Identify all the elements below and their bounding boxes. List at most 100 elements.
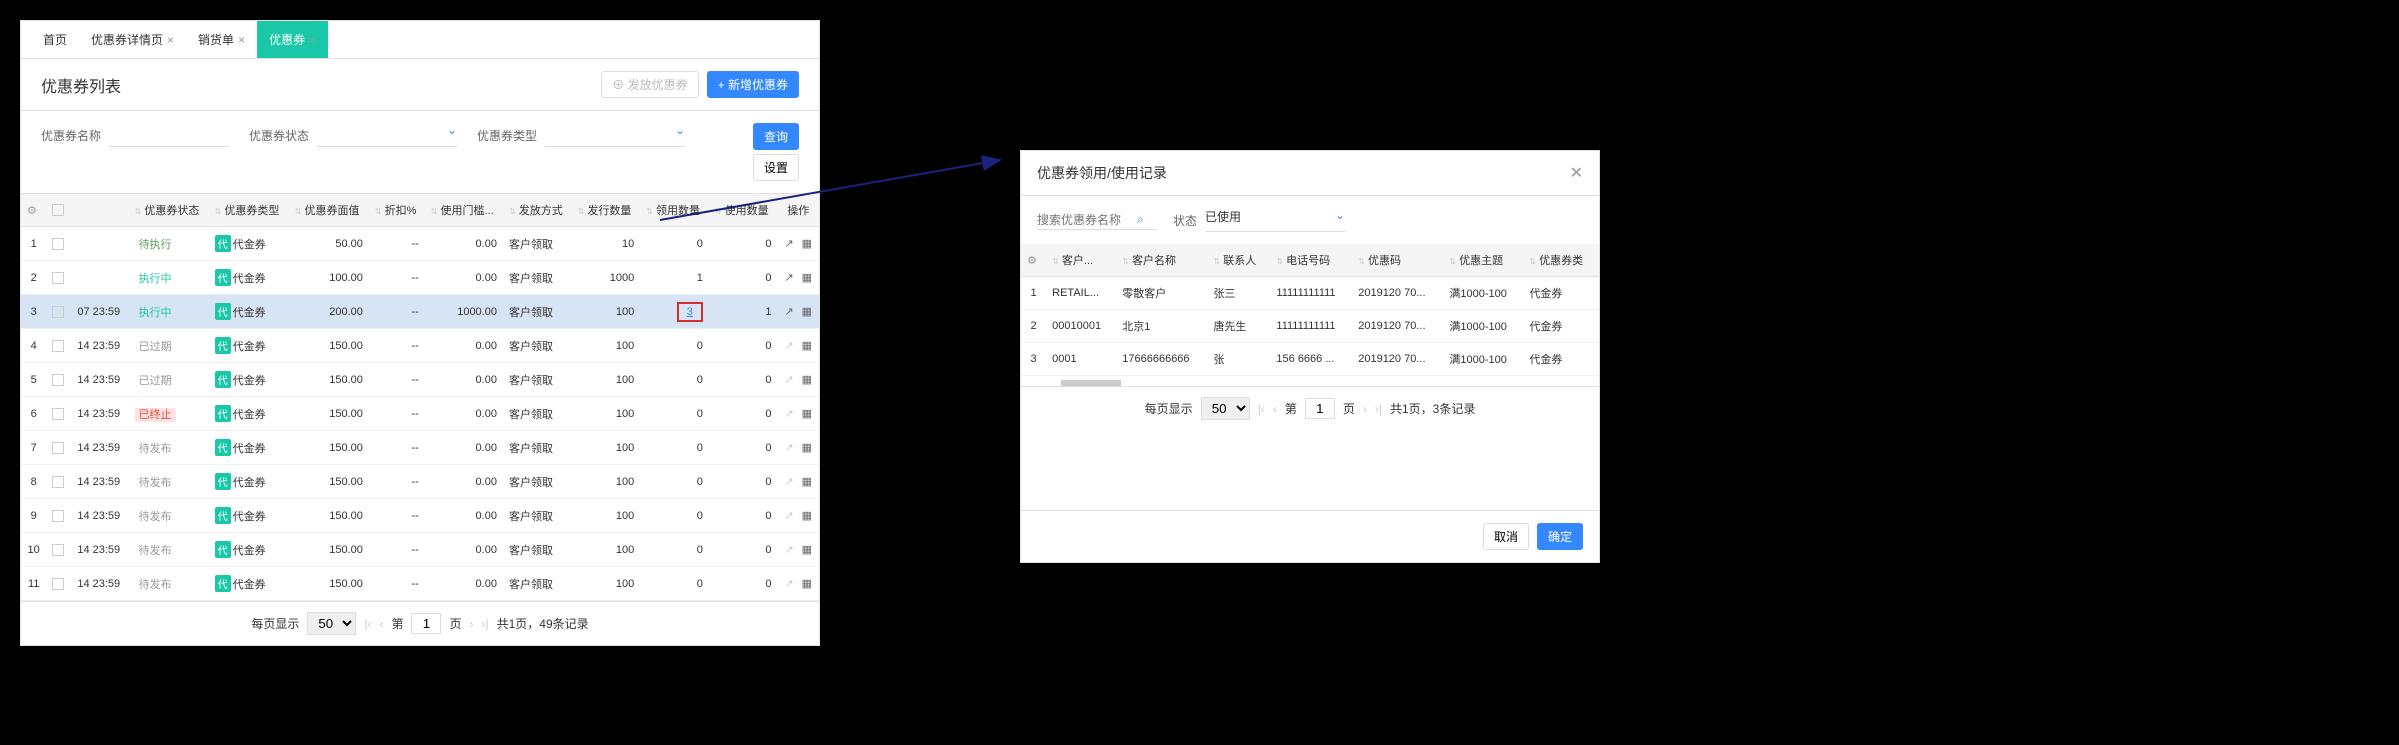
first-page-icon[interactable]: |‹ xyxy=(1258,402,1265,416)
col-phone[interactable]: 电话号码 xyxy=(1286,255,1330,267)
close-icon[interactable]: × xyxy=(309,33,316,47)
col-type[interactable]: 优惠券类型 xyxy=(224,205,279,217)
col-cid[interactable]: 客户... xyxy=(1062,255,1093,267)
close-icon[interactable]: × xyxy=(167,33,174,47)
qrcode-icon[interactable]: ▦ xyxy=(802,509,812,522)
table-row[interactable]: 6 14 23:59 已终止 代 代金券 150.00 -- 0.00 客户领取… xyxy=(21,397,819,431)
share-icon[interactable]: ↗ xyxy=(784,577,793,590)
qrcode-icon[interactable]: ▦ xyxy=(802,407,812,420)
table-row[interactable]: 11 14 23:59 待发布 代 代金券 150.00 -- 0.00 客户领… xyxy=(21,567,819,601)
row-checkbox[interactable] xyxy=(52,442,64,454)
sort-icon[interactable]: ⇅ xyxy=(646,207,653,216)
search-input[interactable] xyxy=(1037,213,1137,227)
filter-name-input[interactable] xyxy=(109,123,229,147)
tab-优惠券[interactable]: 优惠券× xyxy=(257,21,328,58)
modal-per-page-select[interactable]: 50 xyxy=(1201,397,1250,420)
sort-icon[interactable]: ⇅ xyxy=(135,207,142,216)
share-icon[interactable]: ↗ xyxy=(784,475,793,488)
search-icon[interactable]: ⌕ xyxy=(1137,212,1144,227)
add-coupon-button[interactable]: + 新增优惠券 xyxy=(707,71,799,98)
row-checkbox[interactable] xyxy=(52,510,64,522)
table-row[interactable]: 1 待执行 代 代金券 50.00 -- 0.00 客户领取 10 0 0 ↗ … xyxy=(21,227,819,261)
sort-icon[interactable]: ⇅ xyxy=(578,207,585,216)
gear-icon[interactable]: ⚙ xyxy=(1027,255,1037,267)
next-page-icon[interactable]: › xyxy=(1363,402,1367,416)
share-icon[interactable]: ↗ xyxy=(784,407,793,420)
qrcode-icon[interactable]: ▦ xyxy=(802,271,812,284)
table-row[interactable]: 3 0001 17666666666 张 156 6666 ... 201912… xyxy=(1021,343,1599,376)
tab-优惠券详情页[interactable]: 优惠券详情页× xyxy=(79,21,186,58)
row-checkbox[interactable] xyxy=(52,408,64,420)
row-checkbox[interactable] xyxy=(52,306,64,318)
col-cname[interactable]: 客户名称 xyxy=(1132,255,1176,267)
tab-销货单[interactable]: 销货单× xyxy=(186,21,257,58)
distribute-coupon-button[interactable]: ⊕ 发放优惠券 xyxy=(601,71,698,98)
filter-status-select[interactable]: ⌄ xyxy=(317,123,457,147)
qrcode-icon[interactable]: ▦ xyxy=(802,543,812,556)
sort-icon[interactable]: ⇅ xyxy=(509,207,516,216)
confirm-button[interactable]: 确定 xyxy=(1537,523,1583,550)
close-icon[interactable]: ✕ xyxy=(1570,163,1583,183)
qrcode-icon[interactable]: ▦ xyxy=(802,339,812,352)
share-icon[interactable]: ↗ xyxy=(784,237,793,250)
select-all-checkbox[interactable] xyxy=(52,204,64,216)
share-icon[interactable]: ↗ xyxy=(784,543,793,556)
sort-icon[interactable]: ⇅ xyxy=(1213,257,1220,266)
close-icon[interactable]: × xyxy=(238,33,245,47)
last-page-icon[interactable]: ›| xyxy=(482,617,489,631)
col-method[interactable]: 发放方式 xyxy=(519,205,563,217)
share-icon[interactable]: ↗ xyxy=(784,441,793,454)
col-value[interactable]: 优惠券面值 xyxy=(305,205,360,217)
prev-page-icon[interactable]: ‹ xyxy=(1273,402,1277,416)
col-contact[interactable]: 联系人 xyxy=(1223,255,1256,267)
col-subject[interactable]: 优惠主题 xyxy=(1459,255,1503,267)
col-code[interactable]: 优惠码 xyxy=(1368,255,1401,267)
qrcode-icon[interactable]: ▦ xyxy=(802,475,812,488)
table-row[interactable]: 2 执行中 代 代金券 100.00 -- 0.00 客户领取 1000 1 0… xyxy=(21,261,819,295)
filter-type-select[interactable]: ⌄ xyxy=(545,123,685,147)
qrcode-icon[interactable]: ▦ xyxy=(802,305,812,318)
row-checkbox[interactable] xyxy=(52,238,64,250)
col-status[interactable]: 优惠券状态 xyxy=(144,205,199,217)
table-row[interactable]: 5 14 23:59 已过期 代 代金券 150.00 -- 0.00 客户领取… xyxy=(21,363,819,397)
col-claim[interactable]: 领用数量 xyxy=(656,205,700,217)
row-checkbox[interactable] xyxy=(52,374,64,386)
next-page-icon[interactable]: › xyxy=(470,617,474,631)
qrcode-icon[interactable]: ▦ xyxy=(802,373,812,386)
table-row[interactable]: 1 RETAIL... 零散客户 张三 11111111111 2019120 … xyxy=(1021,277,1599,310)
per-page-select[interactable]: 50 xyxy=(307,612,356,635)
settings-button[interactable]: 设置 xyxy=(753,154,799,181)
sort-icon[interactable]: ⇅ xyxy=(431,207,438,216)
search-box[interactable]: ⌕ xyxy=(1037,210,1157,230)
prev-page-icon[interactable]: ‹ xyxy=(379,617,383,631)
table-row[interactable]: 7 14 23:59 待发布 代 代金券 150.00 -- 0.00 客户领取… xyxy=(21,431,819,465)
col-issue[interactable]: 发行数量 xyxy=(587,205,631,217)
sort-icon[interactable]: ⇅ xyxy=(1052,257,1059,266)
qrcode-icon[interactable]: ▦ xyxy=(802,577,812,590)
table-row[interactable]: 3 07 23:59 执行中 代 代金券 200.00 -- 1000.00 客… xyxy=(21,295,819,329)
row-checkbox[interactable] xyxy=(52,578,64,590)
share-icon[interactable]: ↗ xyxy=(784,271,793,284)
sort-icon[interactable]: ⇅ xyxy=(295,207,302,216)
row-checkbox[interactable] xyxy=(52,544,64,556)
page-input[interactable] xyxy=(411,613,441,634)
share-icon[interactable]: ↗ xyxy=(784,339,793,352)
col-discount[interactable]: 折扣% xyxy=(385,205,417,217)
query-button[interactable]: 查询 xyxy=(753,123,799,150)
sort-icon[interactable]: ⇅ xyxy=(1122,257,1129,266)
sort-icon[interactable]: ⇅ xyxy=(715,207,722,216)
col-threshold[interactable]: 使用门槛... xyxy=(441,205,494,217)
sort-icon[interactable]: ⇅ xyxy=(215,207,222,216)
last-page-icon[interactable]: ›| xyxy=(1375,402,1382,416)
col-ctype[interactable]: 优惠券类 xyxy=(1539,255,1583,267)
modal-page-input[interactable] xyxy=(1305,398,1335,419)
sort-icon[interactable]: ⇅ xyxy=(1529,257,1536,266)
row-checkbox[interactable] xyxy=(52,476,64,488)
qrcode-icon[interactable]: ▦ xyxy=(802,441,812,454)
sort-icon[interactable]: ⇅ xyxy=(375,207,382,216)
qrcode-icon[interactable]: ▦ xyxy=(802,237,812,250)
table-row[interactable]: 2 00010001 北京1 唐先生 11111111111 2019120 7… xyxy=(1021,310,1599,343)
claim-count-link[interactable]: 3 xyxy=(677,302,703,322)
row-checkbox[interactable] xyxy=(52,340,64,352)
col-use[interactable]: 使用数量 xyxy=(725,205,769,217)
